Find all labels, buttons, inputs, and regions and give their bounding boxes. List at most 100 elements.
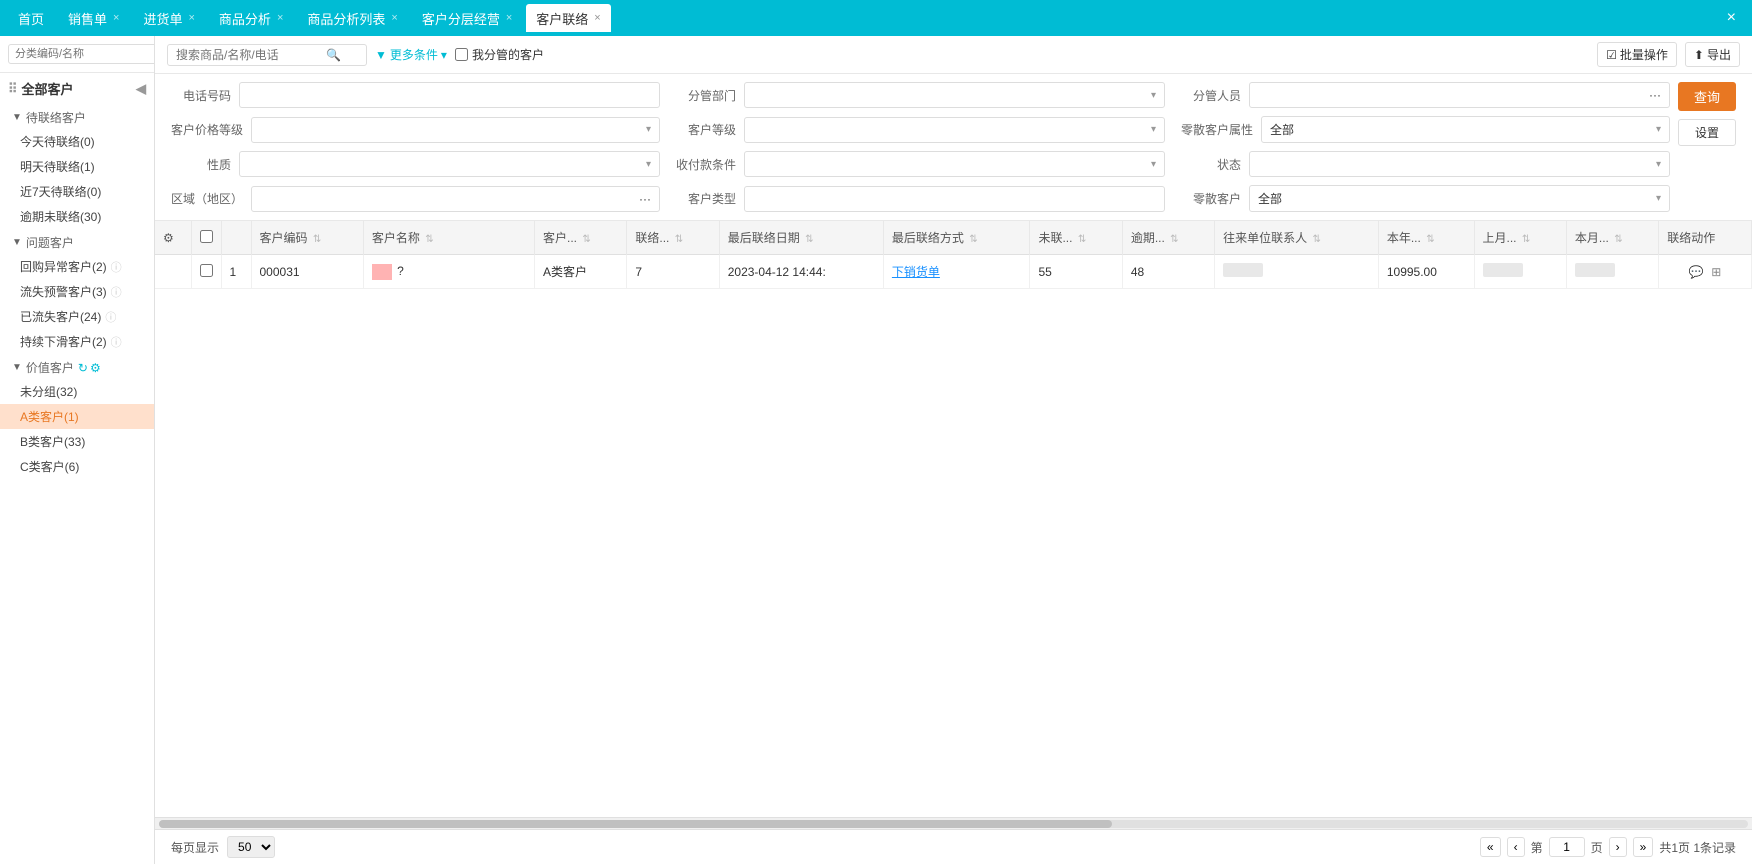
scrollbar-thumb[interactable] [159, 820, 1112, 828]
col-checkbox[interactable] [191, 221, 221, 255]
action-chat-icon[interactable]: 💬 [1689, 265, 1704, 279]
value-group-refresh[interactable]: ↻ [78, 361, 88, 375]
sort-code[interactable]: ⇅ [313, 234, 321, 245]
nav-product-analysis-list[interactable]: 商品分析列表 × [297, 4, 407, 32]
nav-product-analysis[interactable]: 商品分析 × [209, 4, 293, 32]
select-customer-level[interactable]: ▾ [744, 117, 1165, 143]
col-last-month[interactable]: 上月... ⇅ [1474, 221, 1566, 255]
col-unit-contact[interactable]: 往来单位联系人 ⇅ [1215, 221, 1379, 255]
sidebar-group-problem[interactable]: ▼ 问题客户 [0, 229, 154, 254]
batch-ops-btn[interactable]: ☑ 批量操作 [1597, 42, 1677, 67]
last-page-btn[interactable]: » [1633, 837, 1654, 857]
cell-action[interactable]: 💬 ⊞ [1659, 255, 1752, 289]
select-phone[interactable] [239, 82, 660, 108]
sort-contact[interactable]: ⇅ [675, 234, 683, 245]
nav-customer-segment-close[interactable]: × [506, 12, 512, 24]
sort-this-month[interactable]: ⇅ [1614, 234, 1622, 245]
nav-customer-contact-close[interactable]: × [594, 12, 600, 24]
sort-this-year[interactable]: ⇅ [1426, 234, 1434, 245]
sidebar-item-b-class[interactable]: B类客户(33) [0, 429, 154, 454]
select-status[interactable]: ▾ [1249, 151, 1670, 177]
col-this-month[interactable]: 本月... ⇅ [1566, 221, 1658, 255]
sidebar-item-churn-warning[interactable]: 流失预警客户(3) ⓘ [0, 279, 154, 304]
col-type[interactable]: 客户... ⇅ [535, 221, 627, 255]
sort-last-month[interactable]: ⇅ [1522, 234, 1530, 245]
sort-last-method[interactable]: ⇅ [969, 234, 977, 245]
select-nature[interactable]: ▾ [239, 151, 660, 177]
chevron-scatter: ▾ [1656, 124, 1661, 135]
nav-customer-segment[interactable]: 客户分层经营 × [412, 4, 522, 32]
sidebar-collapse-icon[interactable]: ◀ [136, 81, 146, 97]
export-btn[interactable]: ⬆ 导出 [1685, 42, 1740, 67]
sidebar-item-a-class[interactable]: A类客户(1) [0, 404, 154, 429]
table-settings-icon[interactable]: ⚙ [163, 231, 174, 245]
sidebar-item-abnormal[interactable]: 回购异常客户(2) ⓘ [0, 254, 154, 279]
sidebar-item-declining[interactable]: 持续下滑客户(2) ⓘ [0, 329, 154, 354]
col-overdue[interactable]: 逾期... ⇅ [1122, 221, 1214, 255]
col-uncontacted[interactable]: 未联... ⇅ [1030, 221, 1122, 255]
nav-purchase[interactable]: 进货单 × [133, 4, 204, 32]
scrollbar-track[interactable] [159, 820, 1748, 828]
filter-search-icon[interactable]: 🔍 [326, 48, 341, 62]
nav-customer-contact[interactable]: 客户联络 × [526, 4, 610, 32]
value-group-settings[interactable]: ⚙ [90, 361, 101, 375]
select-cust-type[interactable] [744, 186, 1165, 212]
cell-last-method[interactable]: 下销货单 [883, 255, 1030, 289]
sidebar-item-unclassified[interactable]: 未分组(32) [0, 379, 154, 404]
action-grid-icon[interactable]: ⊞ [1711, 265, 1721, 279]
next-page-btn[interactable]: › [1609, 837, 1627, 857]
sidebar-all-customers[interactable]: ⠿ 全部客户 ◀ [0, 73, 154, 104]
page-size-select[interactable]: 50 [227, 836, 275, 858]
nav-close-all[interactable]: × [1719, 5, 1744, 31]
page-number-input[interactable] [1549, 837, 1585, 857]
sidebar-group-pending[interactable]: ▼ 待联络客户 [0, 104, 154, 129]
cell-checkbox[interactable] [191, 255, 221, 289]
select-scatter[interactable]: 全部 ▾ [1249, 185, 1670, 212]
sidebar-item-churned[interactable]: 已流失客户(24) ⓘ [0, 304, 154, 329]
col-settings[interactable]: ⚙ [155, 221, 191, 255]
sidebar-search-input[interactable] [8, 44, 155, 64]
sort-type[interactable]: ⇅ [582, 234, 590, 245]
query-button[interactable]: 查询 [1678, 82, 1736, 111]
filter-settings-button[interactable]: 设置 [1678, 119, 1736, 146]
sidebar-item-overdue[interactable]: 逾期未联络(30) [0, 204, 154, 229]
sort-last-date[interactable]: ⇅ [805, 234, 813, 245]
more-conditions-btn[interactable]: ▼ 更多条件 ▾ [375, 46, 447, 63]
select-all-checkbox[interactable] [200, 230, 213, 243]
sort-unit[interactable]: ⇅ [1313, 234, 1321, 245]
nav-product-analysis-close[interactable]: × [277, 12, 283, 24]
sidebar-item-today[interactable]: 今天待联络(0) [0, 129, 154, 154]
col-this-year[interactable]: 本年... ⇅ [1378, 221, 1474, 255]
filter-search-input[interactable] [176, 48, 326, 62]
horizontal-scrollbar[interactable] [155, 817, 1752, 829]
sidebar-group-value[interactable]: ▼ 价值客户 ↻ ⚙ [0, 354, 154, 379]
nav-purchase-close[interactable]: × [188, 12, 194, 24]
col-contact[interactable]: 联络... ⇅ [627, 221, 719, 255]
select-payment[interactable]: ▾ [744, 151, 1165, 177]
row-checkbox[interactable] [200, 264, 213, 277]
dots-person[interactable]: ··· [1249, 82, 1670, 108]
nav-product-analysis-list-close[interactable]: × [391, 12, 397, 24]
dots-region[interactable]: ··· [251, 186, 660, 212]
nav-home[interactable]: 首页 [8, 4, 54, 32]
my-customers-checkbox[interactable]: 我分管的客户 [455, 46, 544, 63]
select-price-level[interactable]: ▾ [251, 117, 660, 143]
sort-name[interactable]: ⇅ [425, 234, 433, 245]
col-last-method[interactable]: 最后联络方式 ⇅ [883, 221, 1030, 255]
prev-page-btn[interactable]: ‹ [1507, 837, 1525, 857]
sort-overdue[interactable]: ⇅ [1170, 234, 1178, 245]
sidebar-item-tomorrow[interactable]: 明天待联络(1) [0, 154, 154, 179]
last-method-link[interactable]: 下销货单 [892, 265, 940, 279]
sidebar-item-7days[interactable]: 近7天待联络(0) [0, 179, 154, 204]
nav-sales[interactable]: 销售单 × [58, 4, 129, 32]
sort-uncontacted[interactable]: ⇅ [1078, 234, 1086, 245]
col-name[interactable]: 客户名称 ⇅ [363, 221, 534, 255]
sidebar-item-c-class[interactable]: C类客户(6) [0, 454, 154, 479]
select-scatter-attr[interactable]: 全部 ▾ [1261, 116, 1670, 143]
col-code[interactable]: 客户编码 ⇅ [251, 221, 363, 255]
my-customers-check[interactable] [455, 48, 468, 61]
first-page-btn[interactable]: « [1480, 837, 1501, 857]
select-dept[interactable]: ▾ [744, 82, 1165, 108]
col-last-date[interactable]: 最后联络日期 ⇅ [719, 221, 883, 255]
nav-sales-close[interactable]: × [113, 12, 119, 24]
